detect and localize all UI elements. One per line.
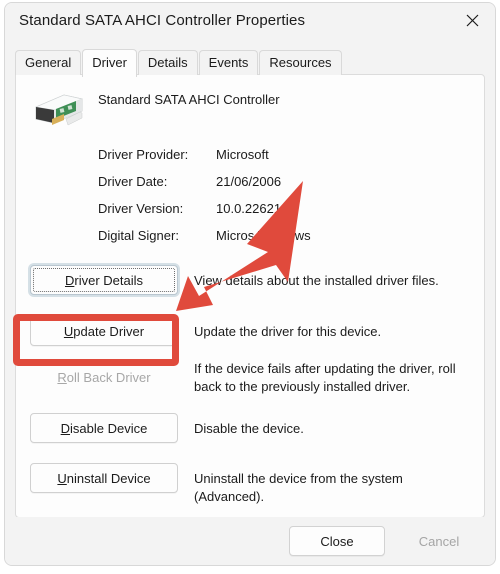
- action-list: Driver Details View details about the in…: [16, 265, 484, 506]
- tab-general[interactable]: General: [15, 50, 82, 75]
- action-row-disable-device: Disable Device Disable the device.: [16, 409, 484, 460]
- table-row: Digital Signer: Micros Windows: [98, 228, 478, 255]
- pci-card-icon: [30, 89, 88, 133]
- driver-tab-panel: Standard SATA AHCI Controller Driver Pro…: [15, 74, 485, 518]
- title-bar: Standard SATA AHCI Controller Properties: [5, 3, 495, 43]
- tab-driver[interactable]: Driver: [82, 49, 137, 77]
- action-row-driver-details: Driver Details View details about the in…: [16, 265, 484, 311]
- table-row: Driver Date: 21/06/2006: [98, 174, 478, 201]
- roll-back-driver-description: If the device fails after updating the d…: [194, 361, 456, 394]
- uninstall-device-button[interactable]: Uninstall Device: [30, 463, 178, 493]
- window-title: Standard SATA AHCI Controller Properties: [19, 12, 306, 29]
- action-row-uninstall-device: Uninstall Device Uninstall the device fr…: [16, 460, 484, 506]
- action-row-roll-back-driver: Roll Back Driver If the device fails aft…: [16, 358, 484, 409]
- properties-dialog: Standard SATA AHCI Controller Properties…: [4, 2, 496, 566]
- tab-strip: General Driver Details Events Resources: [15, 49, 343, 77]
- roll-back-driver-label: Roll Back Driver: [57, 369, 151, 385]
- tab-resources[interactable]: Resources: [259, 50, 342, 75]
- driver-provider-label: Driver Provider:: [98, 147, 189, 162]
- roll-back-driver-button: Roll Back Driver: [30, 362, 178, 392]
- driver-version-value: 10.0.22621. 8: [216, 201, 296, 216]
- update-driver-description: Update the driver for this device.: [194, 324, 382, 339]
- driver-info-table: Driver Provider: Microsoft Driver Date: …: [98, 147, 478, 255]
- disable-device-label: Disable Device: [60, 420, 148, 436]
- driver-provider-value: Microsoft: [216, 147, 269, 162]
- digital-signer-value: Micros Windows: [216, 228, 311, 243]
- driver-date-value: 21/06/2006: [216, 174, 282, 189]
- tab-events[interactable]: Events: [198, 50, 259, 75]
- device-name: Standard SATA AHCI Controller: [98, 92, 280, 107]
- table-row: Driver Provider: Microsoft: [98, 147, 478, 174]
- cancel-button: Cancel: [391, 526, 487, 556]
- update-driver-button[interactable]: Update Driver: [30, 316, 178, 346]
- disable-device-description: Disable the device.: [194, 421, 304, 436]
- driver-date-label: Driver Date:: [98, 174, 168, 189]
- dialog-footer: Close Cancel: [5, 517, 495, 565]
- driver-details-label: Driver Details: [64, 272, 143, 288]
- close-button-label: Close: [320, 533, 354, 549]
- driver-details-description: View details about the installed driver …: [194, 273, 439, 288]
- close-button[interactable]: Close: [289, 526, 385, 556]
- close-icon[interactable]: [449, 3, 495, 37]
- driver-version-label: Driver Version:: [98, 201, 184, 216]
- uninstall-device-description: Uninstall the device from the system (Ad…: [194, 471, 403, 504]
- cancel-button-label: Cancel: [418, 533, 460, 549]
- action-row-update-driver: Update Driver Update the driver for this…: [16, 311, 484, 358]
- device-header: Standard SATA AHCI Controller: [24, 87, 474, 135]
- driver-details-button[interactable]: Driver Details: [30, 265, 178, 295]
- digital-signer-label: Digital Signer:: [98, 228, 179, 243]
- update-driver-label: Update Driver: [63, 323, 145, 339]
- table-row: Driver Version: 10.0.22621. 8: [98, 201, 478, 228]
- disable-device-button[interactable]: Disable Device: [30, 413, 178, 443]
- tab-details[interactable]: Details: [137, 50, 198, 75]
- uninstall-device-label: Uninstall Device: [57, 470, 151, 486]
